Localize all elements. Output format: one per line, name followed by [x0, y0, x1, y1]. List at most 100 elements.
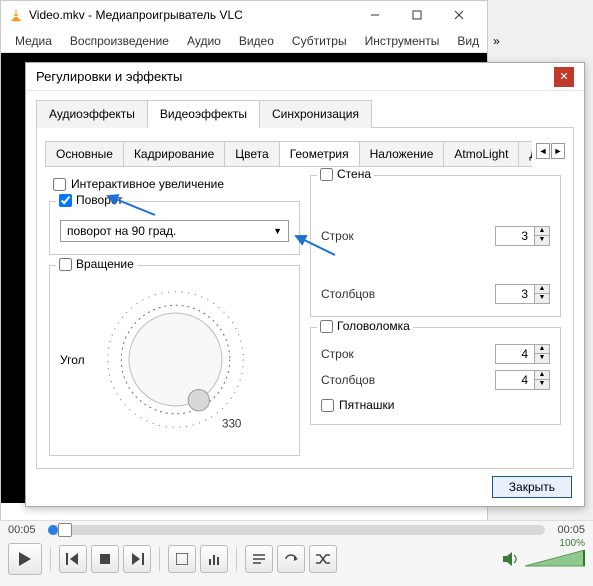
- subtab-overlay[interactable]: Наложение: [359, 141, 445, 167]
- subtab-basic[interactable]: Основные: [45, 141, 124, 167]
- fullscreen-button[interactable]: [168, 545, 196, 573]
- wall-group: Стена Строк 3 ▲▼ Столбцов 3: [310, 175, 561, 317]
- puzzle-rows-spinner[interactable]: 4 ▲▼: [495, 344, 550, 364]
- menu-view[interactable]: Вид: [449, 32, 487, 50]
- puzzle-cols-label: Столбцов: [321, 373, 375, 387]
- tab-video-effects[interactable]: Видеоэффекты: [147, 100, 260, 128]
- menu-audio[interactable]: Аудио: [179, 32, 229, 50]
- wall-cols-up[interactable]: ▲: [535, 285, 549, 294]
- wall-cols-value: 3: [496, 287, 534, 301]
- volume-slider[interactable]: 100%: [525, 550, 585, 568]
- wall-rows-up[interactable]: ▲: [535, 227, 549, 236]
- rotation-checkbox[interactable]: [59, 258, 72, 271]
- puzzle-cols-spinner[interactable]: 4 ▲▼: [495, 370, 550, 390]
- window-title: Video.mkv - Медиапроигрыватель VLC: [29, 8, 355, 22]
- seek-bar[interactable]: [48, 525, 545, 535]
- interactive-zoom-check[interactable]: [53, 178, 66, 191]
- time-total: 00:05: [551, 524, 585, 536]
- rotate-checkbox[interactable]: [59, 194, 72, 207]
- menu-overflow[interactable]: »: [489, 32, 504, 50]
- seek-fill: [48, 525, 58, 535]
- stop-icon: [100, 554, 110, 564]
- play-icon: [19, 552, 31, 566]
- ext-settings-button[interactable]: [200, 545, 228, 573]
- wall-rows-spinner[interactable]: 3 ▲▼: [495, 226, 550, 246]
- puzzle-group: Головоломка Строк 4 ▲▼ Столбцов: [310, 327, 561, 425]
- wall-rows-value: 3: [496, 229, 534, 243]
- prev-button[interactable]: [59, 545, 87, 573]
- interactive-zoom-label: Интерактивное увеличение: [71, 177, 224, 191]
- loop-icon: [284, 553, 298, 565]
- seek-thumb[interactable]: [58, 523, 72, 537]
- rotate-combo[interactable]: поворот на 90 град. ▼: [60, 220, 289, 242]
- close-button[interactable]: Закрыть: [492, 476, 572, 498]
- subtab-more[interactable]: Д: [518, 141, 532, 167]
- main-tabs: Аудиоэффекты Видеоэффекты Синхронизация: [36, 99, 574, 128]
- loop-button[interactable]: [277, 545, 305, 573]
- shuffle-icon: [316, 553, 330, 565]
- maximize-button[interactable]: [397, 3, 437, 27]
- puzzle-cols-up[interactable]: ▲: [535, 371, 549, 380]
- equalizer-icon: [208, 553, 220, 565]
- puzzle-cols-value: 4: [496, 373, 534, 387]
- rotate-combo-value: поворот на 90 град.: [67, 224, 176, 238]
- volume-percent: 100%: [559, 538, 585, 549]
- fifteen-checkbox[interactable]: [321, 399, 334, 412]
- dialog-title: Регулировки и эффекты: [36, 69, 554, 84]
- next-button[interactable]: [123, 545, 151, 573]
- menu-video[interactable]: Видео: [231, 32, 282, 50]
- wall-cols-label: Столбцов: [321, 287, 375, 301]
- player-controls: 00:05 00:05 100%: [0, 520, 593, 586]
- menu-subtitles[interactable]: Субтитры: [284, 32, 355, 50]
- fifteen-label: Пятнашки: [339, 398, 395, 412]
- wall-rows-label: Строк: [321, 229, 354, 243]
- play-button[interactable]: [8, 543, 42, 575]
- subtab-scroll-left[interactable]: ◄: [536, 143, 550, 159]
- minimize-button[interactable]: [355, 3, 395, 27]
- puzzle-checkbox[interactable]: [320, 320, 333, 333]
- subtab-colors[interactable]: Цвета: [224, 141, 279, 167]
- menu-media[interactable]: Медиа: [7, 32, 60, 50]
- stop-button[interactable]: [91, 545, 119, 573]
- subtab-scroll-right[interactable]: ►: [551, 143, 565, 159]
- time-elapsed: 00:05: [8, 524, 42, 536]
- puzzle-cols-down[interactable]: ▼: [535, 380, 549, 389]
- menubar: Медиа Воспроизведение Аудио Видео Субтит…: [1, 29, 487, 53]
- effects-dialog: Регулировки и эффекты ✕ Аудиоэффекты Вид…: [25, 62, 585, 507]
- close-window-button[interactable]: [439, 3, 479, 27]
- rotation-label: Вращение: [76, 257, 134, 271]
- rotation-group: Вращение Угол 330: [49, 265, 300, 456]
- menu-tools[interactable]: Инструменты: [357, 32, 448, 50]
- chevron-down-icon: ▼: [273, 226, 282, 236]
- wall-rows-down[interactable]: ▼: [535, 236, 549, 245]
- wall-cols-down[interactable]: ▼: [535, 294, 549, 303]
- wall-cols-spinner[interactable]: 3 ▲▼: [495, 284, 550, 304]
- subtab-atmolight[interactable]: AtmoLight: [443, 141, 519, 167]
- playlist-button[interactable]: [245, 545, 273, 573]
- dialog-titlebar: Регулировки и эффекты ✕: [26, 63, 584, 91]
- shuffle-button[interactable]: [309, 545, 337, 573]
- speaker-icon[interactable]: [503, 552, 519, 566]
- puzzle-label: Головоломка: [337, 319, 410, 333]
- sub-tabs: Основные Кадрирование Цвета Геометрия На…: [45, 140, 532, 167]
- rotation-dial[interactable]: 330: [98, 282, 253, 437]
- rotate-label: Поворот: [76, 193, 123, 207]
- menu-playback[interactable]: Воспроизведение: [62, 32, 177, 50]
- prev-icon: [66, 553, 80, 565]
- puzzle-rows-up[interactable]: ▲: [535, 345, 549, 354]
- wall-checkbox[interactable]: [320, 168, 333, 181]
- vlc-cone-icon: [9, 8, 23, 22]
- interactive-zoom-checkbox[interactable]: Интерактивное увеличение: [53, 177, 300, 191]
- dialog-close-button[interactable]: ✕: [554, 67, 574, 87]
- subtab-geometry[interactable]: Геометрия: [279, 141, 360, 167]
- subtab-crop[interactable]: Кадрирование: [123, 141, 225, 167]
- dial-tick-330: 330: [222, 417, 241, 430]
- fifteen-checkbox-row[interactable]: Пятнашки: [321, 398, 550, 412]
- puzzle-rows-value: 4: [496, 347, 534, 361]
- tab-sync[interactable]: Синхронизация: [259, 100, 372, 128]
- puzzle-rows-down[interactable]: ▼: [535, 354, 549, 363]
- tab-audio-effects[interactable]: Аудиоэффекты: [36, 100, 148, 128]
- puzzle-rows-label: Строк: [321, 347, 354, 361]
- rotate-group: Поворот поворот на 90 град. ▼: [49, 201, 300, 255]
- angle-label: Угол: [60, 353, 90, 367]
